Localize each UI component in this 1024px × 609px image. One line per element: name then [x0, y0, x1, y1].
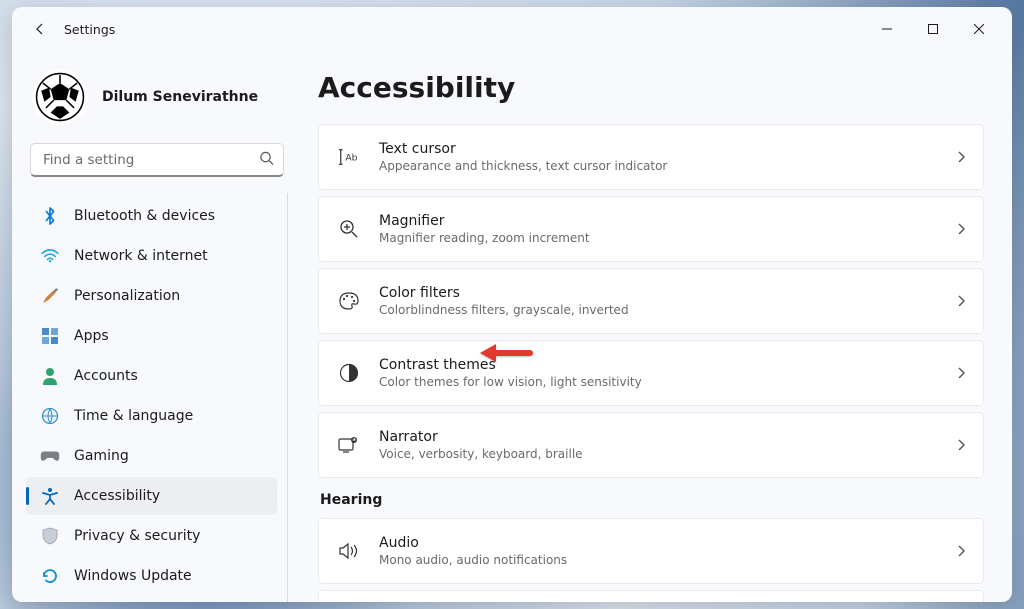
- gamepad-icon: [40, 446, 60, 466]
- soccer-ball-icon: [35, 72, 85, 122]
- chevron-right-icon: [957, 542, 965, 561]
- nav-list: Bluetooth & devices Network & internet P…: [26, 193, 288, 602]
- card-title: Magnifier: [379, 213, 939, 229]
- sidebar-item-label: Privacy & security: [74, 528, 200, 544]
- back-button[interactable]: [22, 11, 58, 47]
- sidebar-item-apps[interactable]: Apps: [26, 317, 277, 355]
- card-subtitle: Appearance and thickness, text cursor in…: [379, 159, 939, 173]
- person-icon: [40, 366, 60, 386]
- card-contrast-themes[interactable]: Contrast themes Color themes for low vis…: [318, 340, 984, 406]
- chevron-right-icon: [957, 292, 965, 311]
- text-cursor-icon: Ab: [337, 145, 361, 169]
- contrast-icon: [337, 361, 361, 385]
- sidebar-item-label: Apps: [74, 328, 109, 344]
- sidebar: Dilum Senevirathne Bluetooth & devices: [12, 51, 302, 602]
- maximize-button[interactable]: [910, 13, 956, 45]
- sidebar-item-gaming[interactable]: Gaming: [26, 437, 277, 475]
- sidebar-item-label: Personalization: [74, 288, 180, 304]
- sidebar-item-personalization[interactable]: Personalization: [26, 277, 277, 315]
- card-narrator[interactable]: Narrator Voice, verbosity, keyboard, bra…: [318, 412, 984, 478]
- card-title: Narrator: [379, 429, 939, 445]
- page-title: Accessibility: [318, 71, 984, 104]
- section-header-hearing: Hearing: [320, 492, 984, 508]
- close-button[interactable]: [956, 13, 1002, 45]
- card-subtitle: Mono audio, audio notifications: [379, 553, 939, 567]
- sidebar-item-privacy[interactable]: Privacy & security: [26, 517, 277, 555]
- palette-icon: [337, 289, 361, 313]
- sidebar-item-accounts[interactable]: Accounts: [26, 357, 277, 395]
- svg-text:Ab: Ab: [345, 153, 357, 164]
- sidebar-item-label: Windows Update: [74, 568, 192, 584]
- sidebar-item-accessibility[interactable]: Accessibility: [26, 477, 277, 515]
- card-subtitle: Color themes for low vision, light sensi…: [379, 375, 939, 389]
- narrator-icon: [337, 433, 361, 457]
- card-captions[interactable]: CC Captions: [318, 590, 984, 602]
- minimize-icon: [882, 24, 892, 34]
- wifi-icon: [40, 246, 60, 266]
- chevron-right-icon: [957, 148, 965, 167]
- profile-block[interactable]: Dilum Senevirathne: [26, 61, 288, 143]
- sidebar-item-update[interactable]: Windows Update: [26, 557, 277, 595]
- accessibility-icon: [40, 486, 60, 506]
- sidebar-item-label: Gaming: [74, 448, 129, 464]
- magnifier-icon: [337, 217, 361, 241]
- card-title: Color filters: [379, 285, 939, 301]
- speaker-icon: [337, 539, 361, 563]
- apps-icon: [40, 326, 60, 346]
- titlebar: Settings: [12, 7, 1012, 51]
- arrow-left-icon: [32, 21, 48, 37]
- bluetooth-icon: [40, 206, 60, 226]
- maximize-icon: [928, 24, 938, 34]
- window-title: Settings: [64, 22, 115, 37]
- card-audio[interactable]: Audio Mono audio, audio notifications: [318, 518, 984, 584]
- card-text-cursor[interactable]: Ab Text cursor Appearance and thickness,…: [318, 124, 984, 190]
- search-input[interactable]: [30, 143, 284, 177]
- card-color-filters[interactable]: Color filters Colorblindness filters, gr…: [318, 268, 984, 334]
- card-magnifier[interactable]: Magnifier Magnifier reading, zoom increm…: [318, 196, 984, 262]
- search-wrap: [30, 143, 284, 177]
- chevron-right-icon: [957, 220, 965, 239]
- card-subtitle: Colorblindness filters, grayscale, inver…: [379, 303, 939, 317]
- paintbrush-icon: [40, 286, 60, 306]
- profile-name: Dilum Senevirathne: [102, 89, 258, 105]
- sidebar-item-bluetooth[interactable]: Bluetooth & devices: [26, 197, 277, 235]
- card-title: Audio: [379, 535, 939, 551]
- avatar: [32, 69, 88, 125]
- sidebar-item-time[interactable]: Time & language: [26, 397, 277, 435]
- shield-icon: [40, 526, 60, 546]
- globe-clock-icon: [40, 406, 60, 426]
- chevron-right-icon: [957, 436, 965, 455]
- sidebar-item-label: Bluetooth & devices: [74, 208, 215, 224]
- sidebar-item-label: Network & internet: [74, 248, 208, 264]
- sidebar-item-label: Time & language: [74, 408, 193, 424]
- card-subtitle: Voice, verbosity, keyboard, braille: [379, 447, 939, 461]
- close-icon: [974, 24, 984, 34]
- settings-window: Settings: [12, 7, 1012, 602]
- minimize-button[interactable]: [864, 13, 910, 45]
- sidebar-item-label: Accessibility: [74, 488, 160, 504]
- sidebar-item-network[interactable]: Network & internet: [26, 237, 277, 275]
- update-icon: [40, 566, 60, 586]
- sidebar-item-label: Accounts: [74, 368, 138, 384]
- card-title: Text cursor: [379, 141, 939, 157]
- main-content: Accessibility Ab Text cursor Appearance …: [302, 51, 1012, 602]
- chevron-right-icon: [957, 364, 965, 383]
- card-subtitle: Magnifier reading, zoom increment: [379, 231, 939, 245]
- card-title: Contrast themes: [379, 357, 939, 373]
